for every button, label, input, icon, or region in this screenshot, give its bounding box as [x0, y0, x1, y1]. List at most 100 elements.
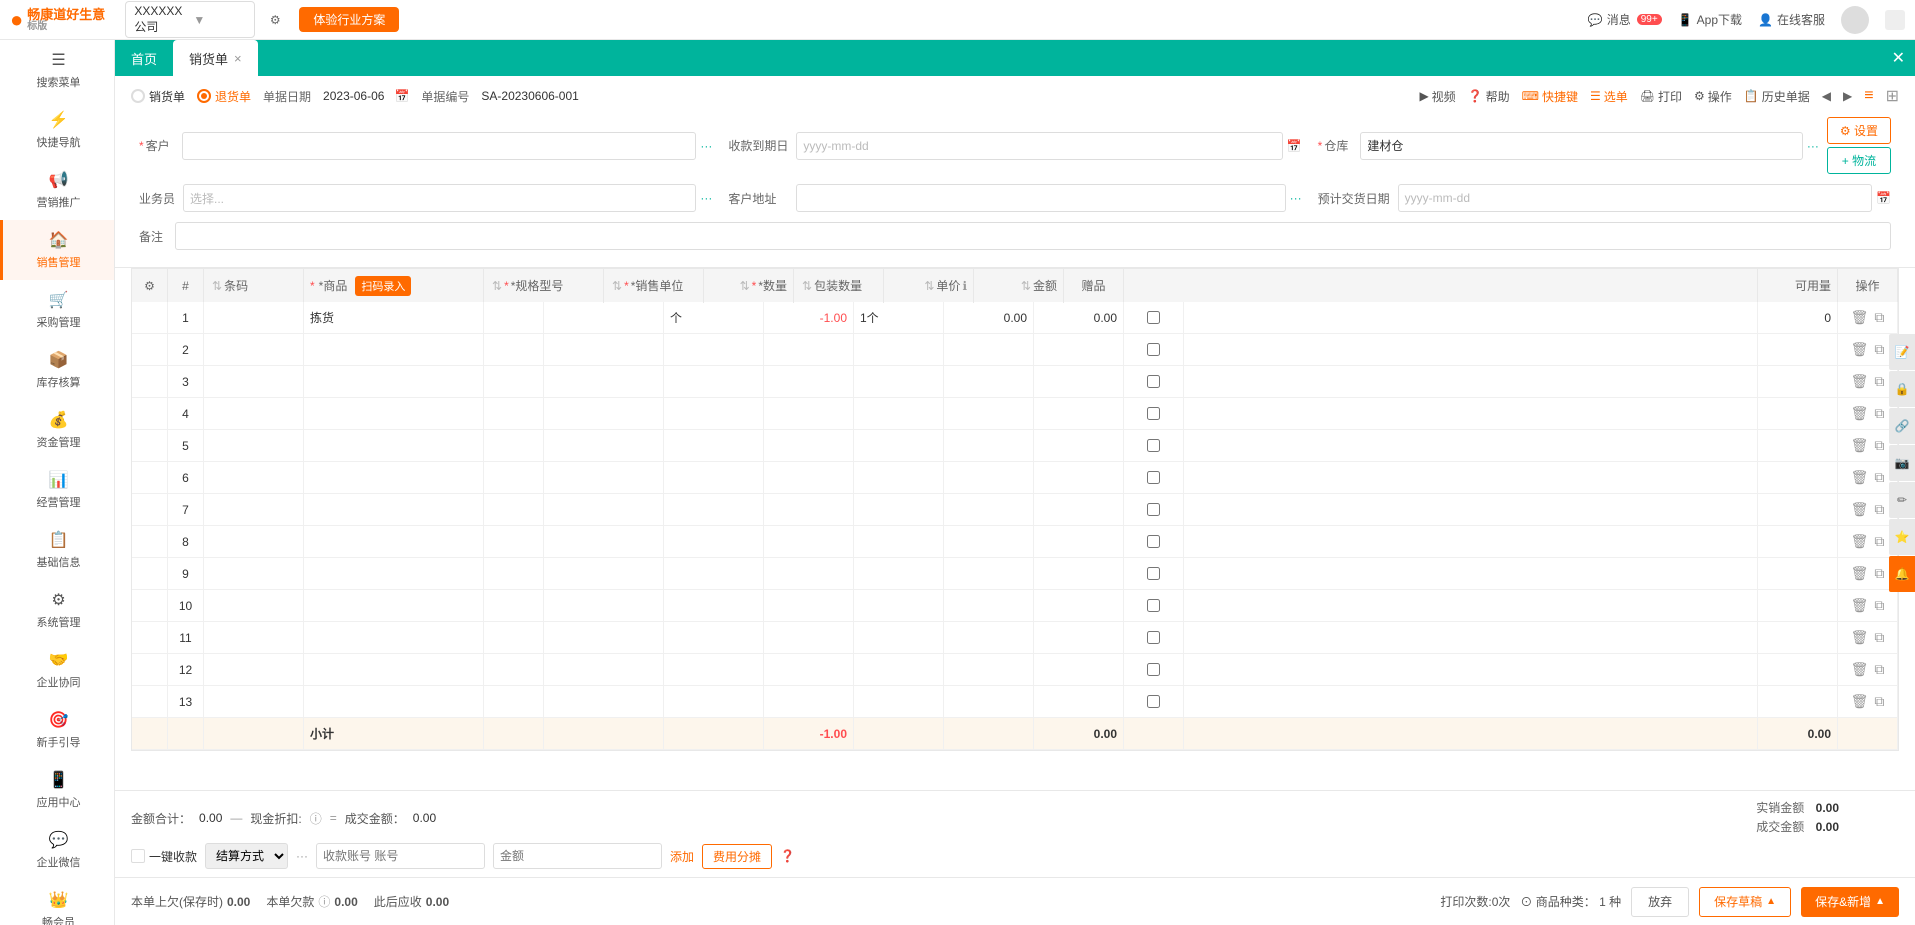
addr-more-icon[interactable]: ··· [1290, 191, 1302, 205]
delete-icon-5[interactable]: 🗑 [1851, 437, 1869, 454]
customer-input[interactable] [182, 132, 697, 160]
radio-sales[interactable]: 销货单 [131, 88, 185, 105]
float-btn-alert[interactable]: 🔔 [1889, 556, 1915, 592]
td-row1-pkg[interactable]: 1个 [854, 302, 944, 334]
gift-checkbox-6[interactable] [1147, 471, 1160, 484]
float-btn-star[interactable]: ⭐ [1889, 519, 1915, 555]
sidebar-item-guide[interactable]: 🎯 新手引导 [0, 700, 114, 760]
toolbar-ops[interactable]: ⚙ 操作 [1694, 88, 1732, 105]
td-row1-goods[interactable]: 拣货 [304, 302, 484, 334]
save-draft-button[interactable]: 保存草稿 ▲ [1699, 887, 1791, 917]
debt-help-icon[interactable]: ⓘ [318, 893, 330, 910]
float-btn-lock[interactable]: 🔒 [1889, 371, 1915, 407]
float-btn-camera[interactable]: 📷 [1889, 445, 1915, 481]
account-input[interactable] [316, 843, 485, 869]
float-btn-link[interactable]: 🔗 [1889, 408, 1915, 444]
toolbar-video[interactable]: ▶ 视频 [1419, 88, 1455, 105]
expected-date-calendar-icon[interactable]: 📅 [1876, 191, 1891, 205]
delete-icon-7[interactable]: 🗑 [1851, 501, 1869, 518]
abandon-button[interactable]: 放弃 [1631, 887, 1689, 917]
tab-sales-order[interactable]: 销货单 × [173, 40, 258, 76]
td-row1-barcode[interactable] [204, 302, 304, 334]
toolbar-history[interactable]: 📋 历史单据 [1744, 88, 1810, 105]
setting-button[interactable]: ⚙ 设置 [1827, 117, 1891, 144]
td-row1-gift[interactable] [1124, 302, 1184, 334]
gift-checkbox-2[interactable] [1147, 343, 1160, 356]
td-row1-amount[interactable]: 0.00 [1034, 302, 1124, 334]
nav-prev-icon[interactable]: ◀ [1822, 89, 1831, 103]
delete-icon-1[interactable]: 🗑 [1851, 309, 1869, 326]
sidebar-item-system[interactable]: ⚙ 系统管理 [0, 580, 114, 640]
delete-icon-13[interactable]: 🗑 [1851, 693, 1869, 710]
copy-icon-7[interactable]: ⧉ [1874, 501, 1884, 518]
sidebar-item-management[interactable]: 📊 经营管理 [0, 460, 114, 520]
gift-checkbox-4[interactable] [1147, 407, 1160, 420]
toolbar-select[interactable]: ☰ 选单 [1590, 88, 1628, 105]
app-download-button[interactable]: 📱 App下载 [1678, 11, 1742, 28]
sidebar-item-inventory[interactable]: 📦 库存核算 [0, 340, 114, 400]
date-calendar-icon[interactable]: 📅 [394, 89, 409, 103]
gift-checkbox-7[interactable] [1147, 503, 1160, 516]
copy-icon-8[interactable]: ⧉ [1874, 533, 1884, 550]
delete-icon-11[interactable]: 🗑 [1851, 629, 1869, 646]
price-info-icon[interactable]: ℹ [962, 279, 967, 293]
td-row1-spec[interactable] [544, 302, 664, 334]
toolbar-help[interactable]: ❓ 帮助 [1468, 88, 1510, 105]
sidebar-item-purchase[interactable]: 🛒 采购管理 [0, 280, 114, 340]
customer-addr-input[interactable] [796, 184, 1285, 212]
float-btn-note[interactable]: 📝 [1889, 334, 1915, 370]
sidebar-item-wechat[interactable]: 💬 企业微信 [0, 820, 114, 880]
sidebar-item-search[interactable]: ☰ 搜索菜单 [0, 40, 114, 100]
delete-icon-6[interactable]: 🗑 [1851, 469, 1869, 486]
onepay-checkbox[interactable]: 一键收款 [131, 848, 197, 865]
delete-icon-8[interactable]: 🗑 [1851, 533, 1869, 550]
copy-icon-1[interactable]: ⧉ [1874, 309, 1884, 326]
note-input[interactable] [175, 222, 1891, 250]
due-date-input[interactable]: yyyy-mm-dd [796, 132, 1282, 160]
delete-icon-9[interactable]: 🗑 [1851, 565, 1869, 582]
toolbar-print[interactable]: 🖨 打印 [1640, 88, 1682, 105]
trial-button[interactable]: 体验行业方案 [299, 7, 399, 32]
sidebar-item-apps[interactable]: 📱 应用中心 [0, 760, 114, 820]
th-settings[interactable]: ⚙ [132, 269, 168, 303]
warehouse-input[interactable]: 建材仓 [1360, 132, 1803, 160]
td-row1-price[interactable]: 0.00 [944, 302, 1034, 334]
gift-checkbox-12[interactable] [1147, 663, 1160, 676]
float-btn-edit[interactable]: ✏ [1889, 482, 1915, 518]
sidebar-item-collab[interactable]: 🤝 企业协同 [0, 640, 114, 700]
fee-help-icon[interactable]: ❓ [780, 849, 795, 863]
delete-icon-2[interactable]: 🗑 [1851, 341, 1869, 358]
gift-checkbox-10[interactable] [1147, 599, 1160, 612]
barcode-sort[interactable]: ⇅ [212, 279, 222, 293]
sidebar-item-quick[interactable]: ⚡ 快捷导航 [0, 100, 114, 160]
gift-checkbox-3[interactable] [1147, 375, 1160, 388]
gift-checkbox-9[interactable] [1147, 567, 1160, 580]
td-row1-qty[interactable]: -1.00 [764, 302, 854, 334]
copy-icon-12[interactable]: ⧉ [1874, 661, 1884, 678]
gift-checkbox-5[interactable] [1147, 439, 1160, 452]
fee-split-button[interactable]: 费用分摊 [702, 844, 772, 869]
tab-bar-close-icon[interactable]: ✕ [1892, 48, 1915, 68]
view-list-icon[interactable]: ≡ [1864, 87, 1873, 105]
user-avatar[interactable] [1841, 6, 1869, 34]
copy-icon-3[interactable]: ⧉ [1874, 373, 1884, 390]
copy-icon-10[interactable]: ⧉ [1874, 597, 1884, 614]
due-date-calendar-icon[interactable]: 📅 [1287, 139, 1302, 153]
sidebar-item-member[interactable]: 👑 畅会员 [0, 880, 114, 925]
copy-icon-9[interactable]: ⧉ [1874, 565, 1884, 582]
td-row1-unit[interactable]: 个 [664, 302, 764, 334]
sidebar-item-finance[interactable]: 💰 资金管理 [0, 400, 114, 460]
delete-icon-3[interactable]: 🗑 [1851, 373, 1869, 390]
company-selector[interactable]: XXXXXX公司 ▼ [125, 1, 255, 38]
copy-icon-4[interactable]: ⧉ [1874, 405, 1884, 422]
toolbar-shortcut[interactable]: ⌨ 快捷键 [1522, 88, 1578, 105]
sidebar-item-sales[interactable]: 🏠 销售管理 [0, 220, 114, 280]
delete-icon-4[interactable]: 🗑 [1851, 405, 1869, 422]
gift-checkbox-11[interactable] [1147, 631, 1160, 644]
calc-method-select[interactable]: 结算方式 [205, 843, 288, 869]
sidebar-item-marketing[interactable]: 📢 营销推广 [0, 160, 114, 220]
copy-icon-5[interactable]: ⧉ [1874, 437, 1884, 454]
staff-more-icon[interactable]: ··· [700, 191, 712, 205]
customer-more-icon[interactable]: ··· [700, 139, 712, 153]
gift-checkbox-8[interactable] [1147, 535, 1160, 548]
